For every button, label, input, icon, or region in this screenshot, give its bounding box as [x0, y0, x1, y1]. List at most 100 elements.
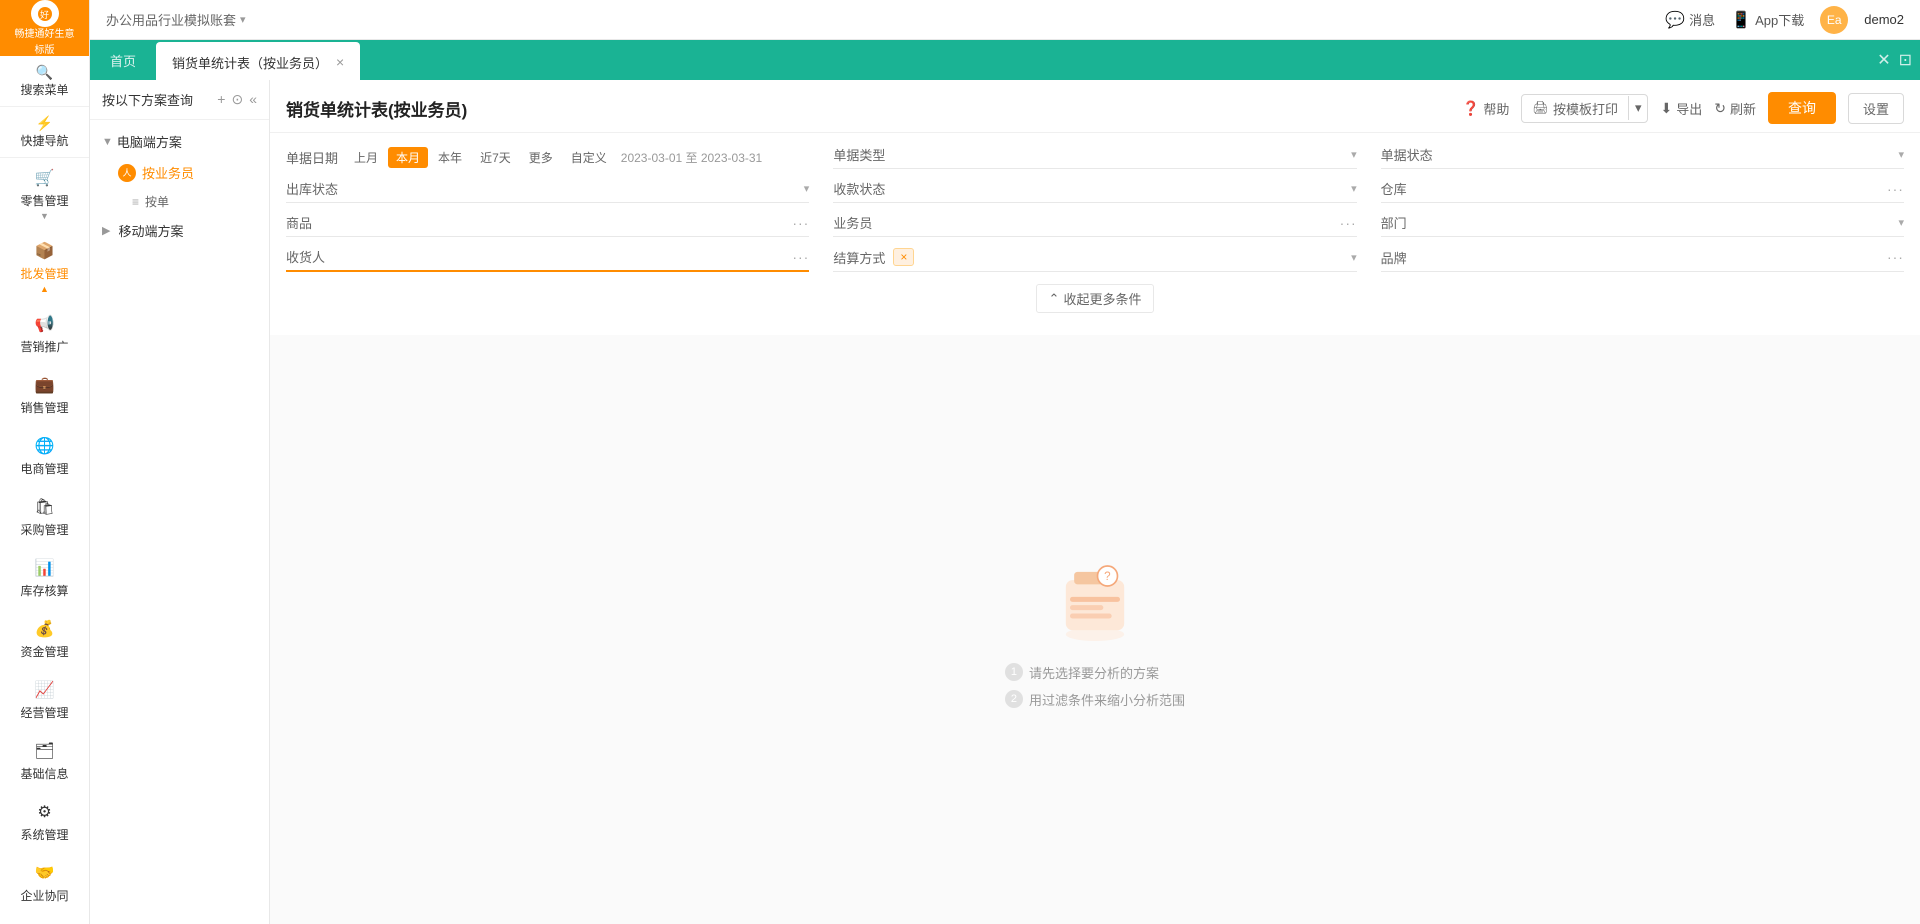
collapse-button[interactable]: ⌃ 收起更多条件: [1036, 284, 1155, 313]
payment-input[interactable]: × ▾: [893, 248, 1356, 266]
brand-dots[interactable]: ···: [1887, 249, 1904, 265]
warehouse-filter-cell: 仓库 ···: [1381, 179, 1904, 203]
sidebar-item-marketing[interactable]: 📢 营销推广: [0, 304, 89, 365]
retail-label: 零售管理: [20, 192, 68, 209]
brand-label: 品牌: [1381, 248, 1429, 267]
sidebar-item-inventory[interactable]: 📊 库存核算: [0, 548, 89, 609]
brand-input[interactable]: ···: [1437, 249, 1904, 265]
date-tab-prev-month[interactable]: 上月: [346, 147, 386, 168]
quick-nav-item[interactable]: ⚡ 快捷导航: [0, 107, 89, 158]
empty-state: ? 1 请先选择要分析的方案 2 用过滤条件来缩小分析范围: [270, 335, 1920, 924]
add-scheme-button[interactable]: +: [217, 91, 225, 108]
tab-active-sales-stat[interactable]: 销货单统计表（按业务员） ×: [156, 42, 360, 82]
template-print-button[interactable]: 🖨 按模板打印: [1522, 95, 1628, 122]
tab-home[interactable]: 首页: [90, 40, 156, 80]
warehouse-dots[interactable]: ···: [1887, 181, 1904, 197]
tree-salesperson-item[interactable]: 人 按业务员: [90, 157, 269, 188]
template-print-arrow[interactable]: ▾: [1628, 96, 1648, 120]
out-status-filter-cell: 出库状态 ▾: [286, 179, 809, 203]
settings-scheme-button[interactable]: ⊙: [231, 91, 243, 108]
tab-home-label: 首页: [110, 51, 136, 70]
tab-close-all-icon[interactable]: ✕: [1877, 50, 1890, 70]
query-button[interactable]: 查询: [1768, 92, 1836, 124]
date-tab-cur-month[interactable]: 本月: [388, 147, 428, 168]
consignee-input[interactable]: ···: [342, 249, 809, 265]
receipt-status-input[interactable]: ▾: [893, 182, 1356, 195]
export-button[interactable]: ⬇ 导出: [1660, 99, 1702, 118]
page-header-actions: ❓ 帮助 🖨 按模板打印 ▾ ⬇ 导出: [1462, 92, 1904, 124]
purchase-label: 采购管理: [20, 521, 68, 538]
dept-arrow-icon: ▾: [1898, 216, 1904, 229]
tree-mobile-label: 移动端方案: [118, 221, 183, 240]
warehouse-input[interactable]: ···: [1437, 181, 1904, 197]
out-status-input[interactable]: ▾: [346, 182, 809, 195]
help-button[interactable]: ❓ 帮助: [1462, 99, 1509, 118]
date-tab-custom[interactable]: 自定义: [563, 147, 615, 168]
tree-mobile-scheme[interactable]: ▶ 移动端方案: [90, 215, 269, 246]
goods-input[interactable]: ···: [342, 215, 809, 231]
collapse-label: 收起更多条件: [1063, 289, 1141, 308]
goods-dots[interactable]: ···: [792, 215, 809, 231]
template-print-label: 按模板打印: [1553, 99, 1618, 118]
operations-icon: 📈: [35, 680, 55, 700]
sidebar-item-operations[interactable]: 📈 经营管理: [0, 670, 89, 731]
refresh-button[interactable]: ↻ 刷新: [1714, 99, 1756, 118]
page-title: 销货单统计表(按业务员): [286, 96, 467, 121]
sales-label: 销售管理: [20, 399, 68, 416]
quick-nav-label: 快捷导航: [20, 134, 68, 148]
left-panel-header: 按以下方案查询 + ⊙ «: [90, 80, 269, 120]
help-label: 帮助: [1483, 99, 1509, 118]
username-label[interactable]: demo2: [1864, 12, 1904, 27]
sidebar-item-corp[interactable]: 🤝 企业协同: [0, 853, 89, 914]
by-order-icon: ≡: [132, 195, 139, 209]
sidebar-item-purchase[interactable]: 🛍 采购管理: [0, 487, 89, 548]
tree-by-order-item[interactable]: ≡ 按单: [90, 188, 269, 215]
dept-input[interactable]: ▾: [1437, 216, 1904, 229]
topbar-chevron-icon[interactable]: ▾: [240, 13, 246, 26]
empty-hint-1: 1 请先选择要分析的方案: [1005, 663, 1185, 682]
date-tab-more[interactable]: 更多: [521, 147, 561, 168]
date-tabs: 上月 本月 本年 近7天 更多 自定义: [346, 147, 615, 168]
filter-row-4: 收货人 ··· 结算方式 × ▾: [286, 247, 1904, 272]
app-icon: 📱: [1731, 10, 1751, 30]
sidebar-item-ecom[interactable]: 🌐 电商管理: [0, 426, 89, 487]
export-label: 导出: [1676, 99, 1702, 118]
sidebar-item-system[interactable]: ⚙ 系统管理: [0, 792, 89, 853]
tab-close-icon[interactable]: ×: [336, 54, 344, 70]
doc-status-input[interactable]: ▾: [1441, 148, 1904, 161]
consignee-label: 收货人: [286, 247, 334, 266]
empty-hint-2: 2 用过滤条件来缩小分析范围: [1005, 690, 1185, 709]
sidebar-item-sales[interactable]: 💼 销售管理: [0, 365, 89, 426]
goods-label: 商品: [286, 213, 334, 232]
settings-button[interactable]: 设置: [1848, 93, 1904, 124]
sidebar-item-finance[interactable]: 💰 资金管理: [0, 609, 89, 670]
salesperson-filter-cell: 业务员 ···: [833, 213, 1356, 237]
refresh-label: 刷新: [1730, 99, 1756, 118]
payment-tag-close[interactable]: ×: [900, 250, 907, 264]
topbar: 办公用品行业模拟账套 ▾ 💬 消息 📱 App下载 Ea demo2: [90, 0, 1920, 40]
doc-type-input[interactable]: ▾: [893, 148, 1356, 161]
search-menu-item[interactable]: 🔍 搜索菜单: [0, 56, 89, 107]
empty-hints: 1 请先选择要分析的方案 2 用过滤条件来缩小分析范围: [1005, 663, 1185, 709]
consignee-dots[interactable]: ···: [792, 249, 809, 265]
salesperson-dots[interactable]: ···: [1340, 215, 1357, 231]
sidebar-item-retail[interactable]: 🛒 零售管理 ▼: [0, 158, 89, 231]
corp-label: 企业协同: [20, 887, 68, 904]
template-print-icon: 🖨: [1532, 100, 1549, 116]
tab-expand-icon[interactable]: ⊡: [1899, 50, 1912, 70]
message-button[interactable]: 💬 消息: [1665, 10, 1715, 30]
date-tab-cur-year[interactable]: 本年: [430, 147, 470, 168]
left-panel-title: 按以下方案查询: [102, 90, 193, 109]
collapse-panel-button[interactable]: «: [249, 91, 257, 108]
tree-pc-scheme[interactable]: ▼ 电脑端方案: [90, 126, 269, 157]
user-avatar[interactable]: Ea: [1820, 6, 1848, 34]
empty-state-illustration: ?: [1045, 551, 1145, 651]
salesperson-filter-label: 业务员: [833, 213, 881, 232]
salesperson-input[interactable]: ···: [889, 215, 1356, 231]
date-tab-last7[interactable]: 近7天: [472, 147, 519, 168]
sidebar-item-wholesale[interactable]: 📦 批发管理 ▲: [0, 231, 89, 304]
svg-text:好: 好: [40, 9, 49, 20]
sidebar-item-newbie[interactable]: 🌱 新手引导: [0, 914, 89, 924]
app-download-button[interactable]: 📱 App下载: [1731, 10, 1804, 30]
sidebar-item-basic[interactable]: 🗂 基础信息: [0, 731, 89, 792]
